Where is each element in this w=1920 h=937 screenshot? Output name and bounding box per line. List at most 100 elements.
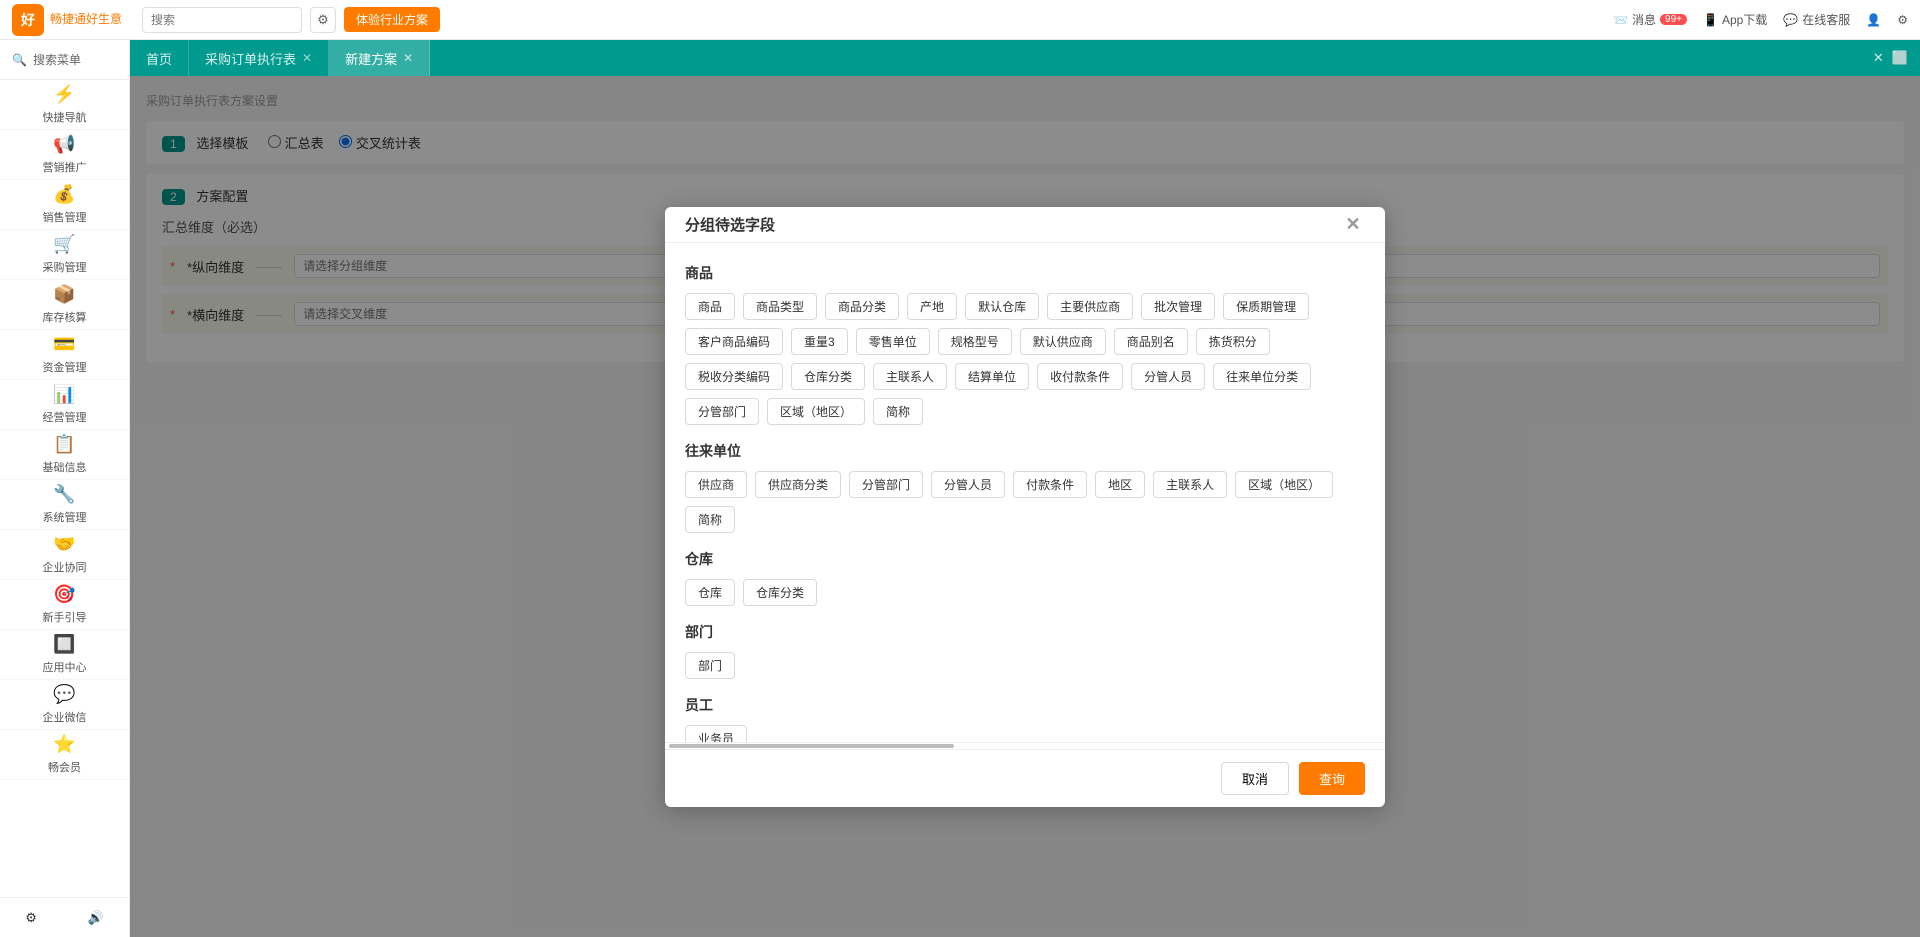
field-sales-rep[interactable]: 业务员 xyxy=(685,725,747,742)
tab-purchase-execution[interactable]: 采购订单执行表 ✕ xyxy=(189,40,329,76)
field-selection-modal: 分组待选字段 ✕ 商品 商品 商品类型 商品分类 产地 默认仓库 主要供应商 批… xyxy=(665,207,1385,807)
online-service-label: 在线客服 xyxy=(1802,11,1850,28)
tab-bar-right: ✕ ⬜ xyxy=(1861,40,1920,76)
field-region2-partner[interactable]: 区域（地区） xyxy=(1235,471,1333,498)
field-settlement-unit[interactable]: 结算单位 xyxy=(955,363,1029,390)
tab-new-plan[interactable]: 新建方案 ✕ xyxy=(329,40,430,76)
field-batch-mgmt[interactable]: 批次管理 xyxy=(1141,293,1215,320)
field-retail-unit[interactable]: 零售单位 xyxy=(856,328,930,355)
tab-home[interactable]: 首页 xyxy=(130,40,189,76)
sidebar-item-quick-nav[interactable]: ⚡ 快捷导航 xyxy=(0,80,129,130)
search-input[interactable] xyxy=(142,7,302,33)
field-region-partner[interactable]: 地区 xyxy=(1095,471,1145,498)
field-region-product[interactable]: 区域（地区） xyxy=(767,398,865,425)
tab-home-label: 首页 xyxy=(146,49,172,68)
purchase-icon: 🛒 xyxy=(53,234,75,255)
field-main-supplier[interactable]: 主要供应商 xyxy=(1047,293,1133,320)
field-product-type[interactable]: 商品类型 xyxy=(743,293,817,320)
sidebar-item-marketing[interactable]: 📢 营销推广 xyxy=(0,130,129,180)
field-quality-mgmt[interactable]: 保质期管理 xyxy=(1223,293,1309,320)
header-search-area: ⚙ 体验行业方案 xyxy=(142,7,1613,33)
field-customer-code[interactable]: 客户商品编码 xyxy=(685,328,783,355)
field-short-name-product[interactable]: 简称 xyxy=(873,398,923,425)
app-download-label: App下载 xyxy=(1722,11,1767,28)
tab-purchase-close-icon[interactable]: ✕ xyxy=(302,51,312,65)
field-product[interactable]: 商品 xyxy=(685,293,735,320)
tab-new-plan-close-icon[interactable]: ✕ xyxy=(403,51,413,65)
field-spec-model[interactable]: 规格型号 xyxy=(938,328,1012,355)
section-dept-title: 部门 xyxy=(685,622,1365,642)
field-dept[interactable]: 部门 xyxy=(685,652,735,679)
enterprise-icon: 🤝 xyxy=(53,534,75,555)
wechat-icon: 💬 xyxy=(53,684,75,705)
field-origin[interactable]: 产地 xyxy=(907,293,957,320)
online-service-item[interactable]: 💬 在线客服 xyxy=(1783,11,1850,28)
app-download-item[interactable]: 📱 App下载 xyxy=(1703,11,1767,28)
quick-nav-icon: ⚡ xyxy=(53,84,75,105)
try-industry-button[interactable]: 体验行业方案 xyxy=(344,7,440,32)
section-employee-fields: 业务员 xyxy=(685,725,1365,742)
expand-icon[interactable]: ⬜ xyxy=(1892,50,1908,66)
settings-bottom-icon[interactable]: ⚙ xyxy=(25,910,37,926)
close-all-icon[interactable]: ✕ xyxy=(1873,50,1884,66)
sidebar-item-management[interactable]: 📊 经营管理 xyxy=(0,380,129,430)
finance-label: 资金管理 xyxy=(43,359,87,375)
field-partner-category[interactable]: 往来单位分类 xyxy=(1213,363,1311,390)
field-tax-code[interactable]: 税收分类编码 xyxy=(685,363,783,390)
quick-nav-label: 快捷导航 xyxy=(43,109,87,125)
field-person-partner[interactable]: 分管人员 xyxy=(931,471,1005,498)
field-pay-terms[interactable]: 付款条件 xyxy=(1013,471,1087,498)
sidebar-item-sales[interactable]: 💰 销售管理 xyxy=(0,180,129,230)
marketing-icon: 📢 xyxy=(53,134,75,155)
sidebar-item-guide[interactable]: 🎯 新手引导 xyxy=(0,580,129,630)
sidebar-item-app-center[interactable]: 🔲 应用中心 xyxy=(0,630,129,680)
message-icon: 📨 xyxy=(1613,13,1628,27)
field-warehouse[interactable]: 仓库 xyxy=(685,579,735,606)
message-item[interactable]: 📨 消息 99+ xyxy=(1613,11,1687,28)
field-supplier[interactable]: 供应商 xyxy=(685,471,747,498)
sales-label: 销售管理 xyxy=(43,209,87,225)
field-product-alias[interactable]: 商品别名 xyxy=(1114,328,1188,355)
gear-button[interactable]: ⚙ xyxy=(310,7,336,33)
audio-icon[interactable]: 🔊 xyxy=(88,910,104,926)
sidebar-item-inventory[interactable]: 📦 库存核算 xyxy=(0,280,129,330)
guide-label: 新手引导 xyxy=(43,609,87,625)
member-icon: ⭐ xyxy=(53,734,75,755)
sidebar-item-member[interactable]: ⭐ 畅会员 xyxy=(0,730,129,780)
section-partner-fields: 供应商 供应商分类 分管部门 分管人员 付款条件 地区 主联系人 区域（地区） … xyxy=(685,471,1365,533)
section-partner-title: 往来单位 xyxy=(685,441,1365,461)
sidebar-item-wechat[interactable]: 💬 企业微信 xyxy=(0,680,129,730)
modal-close-button[interactable]: ✕ xyxy=(1341,212,1365,236)
service-icon: 💬 xyxy=(1783,13,1798,27)
user-avatar[interactable]: 👤 xyxy=(1866,13,1881,27)
field-manager[interactable]: 分管人员 xyxy=(1131,363,1205,390)
modal-confirm-button[interactable]: 查询 xyxy=(1299,762,1365,795)
field-contact-partner[interactable]: 主联系人 xyxy=(1153,471,1227,498)
field-dept-partner[interactable]: 分管部门 xyxy=(849,471,923,498)
field-warehouse-cat[interactable]: 仓库分类 xyxy=(743,579,817,606)
field-dept-mgmt[interactable]: 分管部门 xyxy=(685,398,759,425)
field-weight3[interactable]: 重量3 xyxy=(791,328,848,355)
field-pick-points[interactable]: 拣货积分 xyxy=(1196,328,1270,355)
inventory-label: 库存核算 xyxy=(43,309,87,325)
tab-bar: 首页 采购订单执行表 ✕ 新建方案 ✕ ✕ ⬜ xyxy=(130,40,1920,76)
field-warehouse-category[interactable]: 仓库分类 xyxy=(791,363,865,390)
sidebar-search[interactable]: 🔍 搜索菜单 xyxy=(0,40,129,80)
field-product-category[interactable]: 商品分类 xyxy=(825,293,899,320)
field-default-supplier[interactable]: 默认供应商 xyxy=(1020,328,1106,355)
modal-cancel-button[interactable]: 取消 xyxy=(1221,762,1289,795)
field-default-warehouse[interactable]: 默认仓库 xyxy=(965,293,1039,320)
sidebar-item-finance[interactable]: 💳 资金管理 xyxy=(0,330,129,380)
field-payment-terms[interactable]: 收付款条件 xyxy=(1037,363,1123,390)
sidebar-item-enterprise[interactable]: 🤝 企业协同 xyxy=(0,530,129,580)
enterprise-label: 企业协同 xyxy=(43,559,87,575)
user-settings[interactable]: ⚙ xyxy=(1897,13,1908,27)
logo-area: 好 畅捷通好生意 xyxy=(12,4,142,36)
field-short-partner[interactable]: 简称 xyxy=(685,506,735,533)
sidebar-item-basic-info[interactable]: 📋 基础信息 xyxy=(0,430,129,480)
field-main-contact[interactable]: 主联系人 xyxy=(873,363,947,390)
sidebar-item-purchase[interactable]: 🛒 采购管理 xyxy=(0,230,129,280)
sidebar-item-system[interactable]: 🔧 系统管理 xyxy=(0,480,129,530)
message-badge: 99+ xyxy=(1660,14,1687,25)
field-supplier-category[interactable]: 供应商分类 xyxy=(755,471,841,498)
